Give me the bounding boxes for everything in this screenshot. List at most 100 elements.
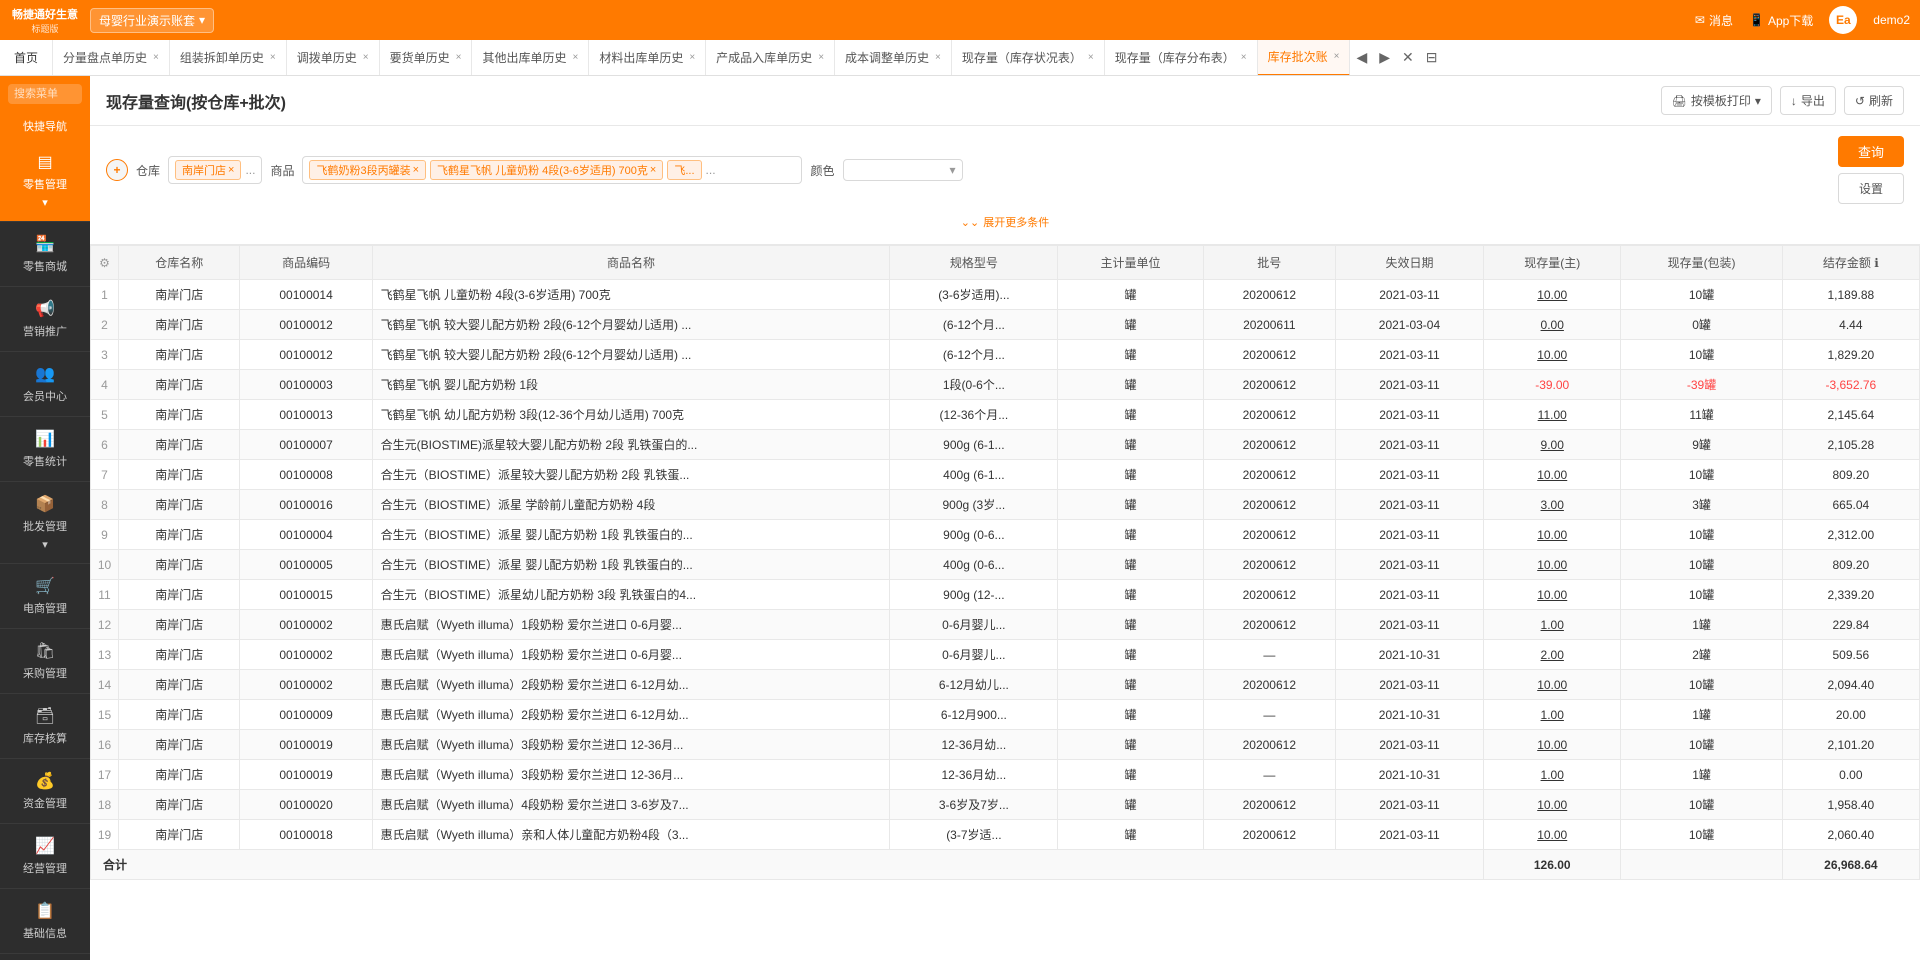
color-filter[interactable]: ▾ [843, 159, 963, 181]
col-unit: 主计量单位 [1058, 246, 1203, 280]
row-qty-main[interactable]: 0.00 [1484, 310, 1621, 340]
sidebar-item-ecommerce[interactable]: 🛒 电商管理 [0, 564, 90, 629]
row-code: 00100019 [240, 730, 372, 760]
tab-inventory-dist[interactable]: 现存量（库存分布表） × [1105, 40, 1258, 76]
query-btn[interactable]: 查询 [1838, 136, 1904, 167]
tab-requisition[interactable]: 要货单历史 × [380, 40, 473, 76]
sidebar-item-system[interactable]: ⚙ 系统管理 [0, 954, 90, 960]
row-qty-main[interactable]: 11.00 [1484, 400, 1621, 430]
quick-nav-btn[interactable]: 快捷导航 [0, 112, 90, 140]
row-expire: 2021-10-31 [1335, 640, 1483, 670]
row-qty-main[interactable]: 3.00 [1484, 490, 1621, 520]
close-cost-adjust[interactable]: × [935, 52, 941, 63]
template-print-btn[interactable]: 🖨 按模板打印 ▾ [1661, 86, 1772, 115]
sidebar-item-wholesale[interactable]: 📦 批发管理 ▾ [0, 482, 90, 564]
close-product-in[interactable]: × [818, 52, 824, 63]
footer-qty-main: 126.00 [1484, 850, 1621, 880]
row-warehouse: 南岸门店 [119, 550, 240, 580]
tab-menu-btn[interactable]: ⊟ [1420, 49, 1444, 66]
refresh-btn[interactable]: ↺ 刷新 [1844, 86, 1904, 115]
export-btn[interactable]: ↓ 导出 [1780, 86, 1836, 115]
account-dropdown[interactable]: 母婴行业演示账套 ▾ [90, 8, 214, 33]
tab-split-check[interactable]: 分量盘点单历史 × [53, 40, 170, 76]
warehouse-tag-close[interactable]: × [228, 164, 234, 176]
sidebar-item-basic[interactable]: 📋 基础信息 [0, 889, 90, 954]
row-qty-main[interactable]: 1.00 [1484, 610, 1621, 640]
tab-mix[interactable]: 调拨单历史 × [287, 40, 380, 76]
sidebar-item-inventory[interactable]: 🗃 库存核算 [0, 694, 90, 759]
row-qty-main[interactable]: 2.00 [1484, 640, 1621, 670]
tab-prev-btn[interactable]: ◀ [1350, 49, 1373, 66]
sidebar-item-retail-shop[interactable]: 🏪 零售商城 [0, 222, 90, 287]
tab-product-in[interactable]: 产成品入库单历史 × [706, 40, 835, 76]
row-qty-main[interactable]: 10.00 [1484, 520, 1621, 550]
row-qty-pkg: 1罐 [1621, 610, 1782, 640]
close-requisition[interactable]: × [456, 52, 462, 63]
tab-other-out[interactable]: 其他出库单历史 × [472, 40, 589, 76]
row-qty-pkg: 10罐 [1621, 550, 1782, 580]
product-filter[interactable]: 飞鹤奶粉3段丙罐装 × 飞鹤星飞帆 儿童奶粉 4段(3-6岁适用) 700克 ×… [302, 156, 802, 184]
row-qty-main[interactable]: 1.00 [1484, 700, 1621, 730]
close-inventory-status[interactable]: × [1088, 52, 1094, 63]
row-name: 惠氏启赋（Wyeth illuma）3段奶粉 爱尔兰进口 12-36月... [372, 760, 890, 790]
sidebar-item-retail-mgmt[interactable]: ▤ 零售管理 ▾ [0, 140, 90, 222]
row-qty-main[interactable]: 10.00 [1484, 790, 1621, 820]
row-unit: 罐 [1058, 520, 1203, 550]
row-qty-main[interactable]: 9.00 [1484, 430, 1621, 460]
search-input[interactable] [8, 84, 82, 104]
tab-cost-adjust[interactable]: 成本调整单历史 × [835, 40, 952, 76]
row-batch: 20200612 [1203, 280, 1335, 310]
tab-next-btn[interactable]: ▶ [1373, 49, 1396, 66]
row-qty-main[interactable]: 10.00 [1484, 460, 1621, 490]
table-row: 17南岸门店00100019惠氏启赋（Wyeth illuma）3段奶粉 爱尔兰… [91, 760, 1920, 790]
expand-more-btn[interactable]: ⌄⌄ 展开更多条件 [106, 210, 1904, 234]
close-other-out[interactable]: × [572, 52, 578, 63]
tab-batch-voucher[interactable]: 库存批次账 × [1258, 40, 1351, 76]
row-unit: 罐 [1058, 700, 1203, 730]
tab-home[interactable]: 首页 [0, 40, 53, 76]
row-qty-main[interactable]: 10.00 [1484, 280, 1621, 310]
row-qty-main[interactable]: 10.00 [1484, 820, 1621, 850]
row-qty-main[interactable]: 10.00 [1484, 670, 1621, 700]
sidebar-item-finance[interactable]: 💰 资金管理 [0, 759, 90, 824]
warehouse-more-btn[interactable]: ... [245, 163, 255, 177]
row-qty-main[interactable]: 10.00 [1484, 550, 1621, 580]
close-inventory-dist[interactable]: × [1241, 52, 1247, 63]
avatar[interactable]: Ea [1829, 6, 1857, 34]
tab-inventory-status[interactable]: 现存量（库存状况表） × [952, 40, 1105, 76]
template-arrow-icon: ▾ [1755, 94, 1761, 108]
row-code: 00100002 [240, 670, 372, 700]
close-dismantle[interactable]: × [270, 52, 276, 63]
message-btn[interactable]: ✉ 消息 [1695, 12, 1733, 29]
row-qty-main[interactable]: 10.00 [1484, 340, 1621, 370]
row-expire: 2021-03-11 [1335, 730, 1483, 760]
filter-expand-btn[interactable]: + [106, 159, 128, 181]
product-tag-1-close[interactable]: × [413, 164, 419, 176]
settings-btn[interactable]: 设置 [1838, 173, 1904, 204]
warehouse-filter[interactable]: 南岸门店 × ... [168, 156, 262, 184]
tab-close-btn[interactable]: ✕ [1396, 49, 1420, 66]
close-material-out[interactable]: × [689, 52, 695, 63]
product-more-btn[interactable]: ... [706, 163, 716, 177]
close-batch-voucher[interactable]: × [1334, 51, 1340, 62]
app-download-btn[interactable]: 📱 App下载 [1749, 12, 1813, 29]
row-name: 飞鹤星飞帆 较大婴儿配方奶粉 2段(6-12个月婴幼儿适用) ... [372, 340, 890, 370]
row-qty-main[interactable]: 10.00 [1484, 730, 1621, 760]
sidebar-item-operation[interactable]: 📈 经营管理 [0, 824, 90, 889]
tab-dismantle[interactable]: 组装拆卸单历史 × [170, 40, 287, 76]
row-qty-main[interactable]: 10.00 [1484, 580, 1621, 610]
row-qty-main[interactable]: -39.00 [1484, 370, 1621, 400]
col-settings-icon[interactable]: ⚙ [99, 256, 110, 270]
row-qty-main[interactable]: 1.00 [1484, 760, 1621, 790]
sidebar-item-retail-stats[interactable]: 📊 零售统计 [0, 417, 90, 482]
sidebar-item-marketing[interactable]: 📢 营销推广 [0, 287, 90, 352]
row-num: 4 [91, 370, 119, 400]
close-split-check[interactable]: × [153, 52, 159, 63]
close-mix[interactable]: × [363, 52, 369, 63]
product-tag-2-close[interactable]: × [650, 164, 656, 176]
tab-material-out[interactable]: 材料出库单历史 × [589, 40, 706, 76]
sidebar-item-purchase[interactable]: 🛍 采购管理 [0, 629, 90, 694]
row-qty-pkg: 2罐 [1621, 640, 1782, 670]
username[interactable]: demo2 [1873, 13, 1910, 27]
sidebar-item-member[interactable]: 👥 会员中心 [0, 352, 90, 417]
